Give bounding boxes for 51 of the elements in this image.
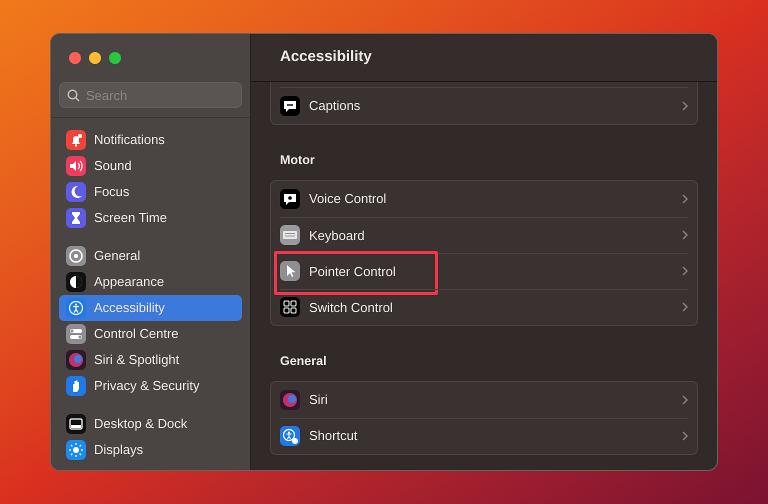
sidebar-item[interactable]: Desktop & Dock xyxy=(59,411,242,437)
hand-icon xyxy=(66,376,86,396)
moon-icon xyxy=(66,182,86,202)
sun-icon xyxy=(66,440,86,460)
sidebar-item[interactable]: Sound xyxy=(59,153,242,179)
chevron-icon xyxy=(682,101,688,111)
chevron-icon xyxy=(682,230,688,240)
chevron-icon xyxy=(682,431,688,441)
dock-icon xyxy=(66,414,86,434)
sidebar-item[interactable]: Focus xyxy=(59,179,242,205)
search-icon xyxy=(67,89,80,102)
zoom-button[interactable] xyxy=(109,52,121,64)
orb-icon xyxy=(280,390,300,410)
hourglass-icon xyxy=(66,208,86,228)
gear-icon xyxy=(66,246,86,266)
contrast-icon xyxy=(66,272,86,292)
chevron-icon xyxy=(682,302,688,312)
row-label[interactable]: Captions xyxy=(309,96,673,116)
close-button[interactable] xyxy=(69,52,81,64)
pointer-icon xyxy=(280,261,300,282)
sidebar-item[interactable]: Control Centre xyxy=(59,321,242,347)
speaker-icon xyxy=(66,156,86,176)
toggles-icon xyxy=(66,324,86,344)
row-label[interactable]: Voice Control xyxy=(309,189,673,208)
sidebar-item[interactable]: Privacy & Security xyxy=(59,373,242,399)
orb-icon xyxy=(66,350,86,370)
row-label[interactable]: Switch Control xyxy=(309,298,673,317)
sidebar-item[interactable]: Notifications xyxy=(59,127,242,153)
sidebar-item[interactable]: Screen Time xyxy=(59,205,242,231)
row-label[interactable]: Siri xyxy=(309,390,673,410)
accessibility-icon xyxy=(280,426,300,446)
section-heading: General xyxy=(279,352,328,370)
minimize-button[interactable] xyxy=(89,52,101,64)
chevron-icon xyxy=(682,266,688,276)
grid-icon xyxy=(280,297,300,318)
row-label[interactable]: Pointer Control xyxy=(309,262,673,281)
page-title: Accessibility xyxy=(280,47,372,68)
section-heading: Motor xyxy=(279,152,316,169)
bell-icon xyxy=(66,130,86,150)
speech-bubble-icon xyxy=(280,188,300,209)
sidebar-item[interactable]: General xyxy=(59,243,242,269)
sidebar-item[interactable]: Displays xyxy=(59,437,242,463)
sidebar-item[interactable]: Appearance xyxy=(59,269,242,295)
sidebar-item[interactable]: Siri & Spotlight xyxy=(59,347,242,373)
accessibility-icon xyxy=(66,298,86,318)
chevron-icon xyxy=(682,394,688,404)
row-label[interactable]: Keyboard xyxy=(309,226,673,245)
row-label[interactable]: Shortcut xyxy=(309,426,673,446)
chevron-icon xyxy=(682,194,688,204)
keyboard-icon xyxy=(280,225,300,246)
speech-bubble-icon xyxy=(280,96,300,116)
